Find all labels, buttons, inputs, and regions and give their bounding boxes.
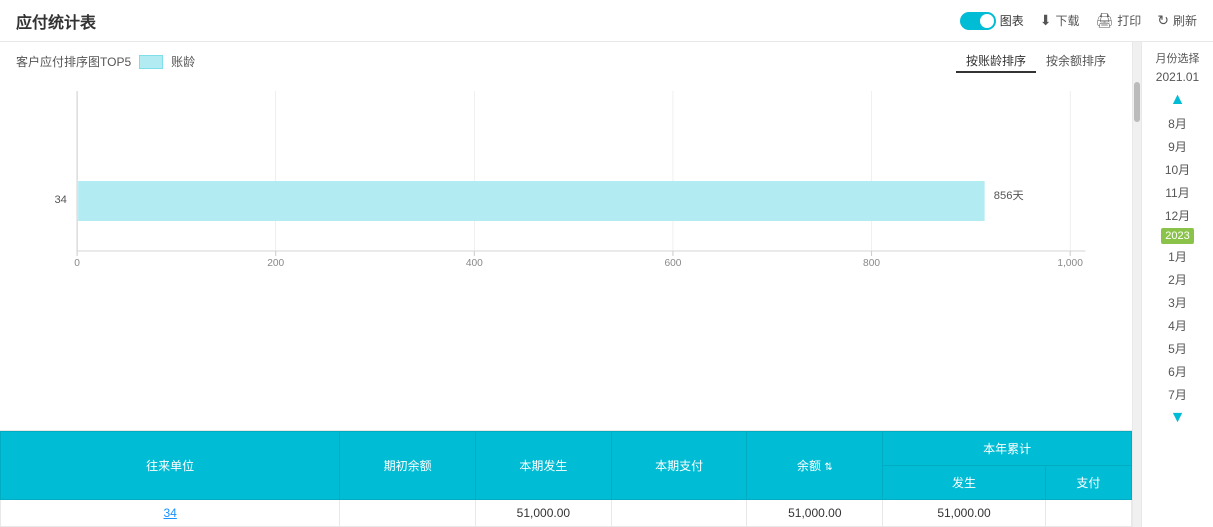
- sort-by-balance-button[interactable]: 按余额排序: [1036, 50, 1116, 73]
- month-list: 8月9月10月11月12月20231月2月3月4月5月6月7月: [1142, 112, 1213, 406]
- sidebar-month-item[interactable]: 6月: [1148, 360, 1208, 383]
- cell-annual-occurrence: 51,000.00: [883, 500, 1046, 527]
- cell-current-occurrence: 51,000.00: [476, 500, 612, 527]
- sidebar-month-item[interactable]: 3月: [1148, 291, 1208, 314]
- chart-area: 客户应付排序图TOP5 账龄 按账龄排序 按余额排序: [0, 42, 1132, 527]
- bar-chart: 34 856天 0 200 400 600 800 1,000: [16, 81, 1116, 301]
- scroll-thumb[interactable]: [1134, 82, 1140, 122]
- chart-toggle-label: 图表: [1000, 12, 1024, 29]
- svg-text:400: 400: [466, 258, 483, 269]
- cell-opening: [340, 500, 476, 527]
- th-annual-cumulative: 本年累计: [883, 432, 1132, 466]
- cell-current-payment: [611, 500, 747, 527]
- sidebar-month-item[interactable]: 9月: [1148, 135, 1208, 158]
- cell-annual-payment: [1045, 500, 1131, 527]
- svg-text:800: 800: [863, 258, 880, 269]
- refresh-icon: ↻: [1157, 12, 1169, 29]
- sidebar-down-arrow[interactable]: ▼: [1166, 406, 1190, 430]
- sidebar-month-item[interactable]: 1月: [1148, 245, 1208, 268]
- th-annual-occurrence: 发生: [883, 466, 1046, 500]
- print-label: 打印: [1117, 12, 1141, 29]
- download-icon: ⬇: [1040, 12, 1052, 29]
- th-current-payment: 本期支付: [611, 432, 747, 500]
- th-current-occurrence: 本期发生: [476, 432, 612, 500]
- sidebar-month-item[interactable]: 10月: [1148, 158, 1208, 181]
- main-content: 客户应付排序图TOP5 账龄 按账龄排序 按余额排序: [0, 42, 1213, 527]
- sidebar-month-item[interactable]: 2月: [1148, 268, 1208, 291]
- chart-controls: 客户应付排序图TOP5 账龄 按账龄排序 按余额排序: [0, 42, 1132, 81]
- sort-by-age-button[interactable]: 按账龄排序: [956, 50, 1036, 73]
- cell-balance: 51,000.00: [747, 500, 883, 527]
- th-unit: 往来单位: [1, 432, 340, 500]
- sidebar-title: 月份选择: [1156, 46, 1200, 68]
- print-icon: 🖨: [1095, 12, 1113, 29]
- sort-icon: ⇅: [824, 462, 832, 473]
- cell-unit: 34: [1, 500, 340, 527]
- table-header-row: 往来单位 期初余额 本期发生 本期支付 余额 ⇅ 本年累计: [1, 432, 1132, 466]
- header: 应付统计表 图表 ⬇ 下载 🖨 打印 ↻ 刷新: [0, 0, 1213, 42]
- sidebar-year-value: 2021.01: [1156, 68, 1199, 88]
- bar-rect: [78, 181, 984, 221]
- sidebar-month-item[interactable]: 12月: [1148, 204, 1208, 227]
- sort-buttons: 按账龄排序 按余额排序: [956, 50, 1116, 73]
- download-button[interactable]: ⬇ 下载: [1040, 12, 1080, 29]
- sidebar-month-item[interactable]: 11月: [1148, 181, 1208, 204]
- chart-toggle-switch[interactable]: [960, 12, 996, 30]
- legend-label: 客户应付排序图TOP5: [16, 53, 131, 70]
- unit-link[interactable]: 34: [163, 506, 176, 520]
- th-annual-payment: 支付: [1045, 466, 1131, 500]
- sidebar-month-item[interactable]: 7月: [1148, 383, 1208, 406]
- page-title: 应付统计表: [16, 9, 96, 33]
- refresh-label: 刷新: [1173, 12, 1197, 29]
- chart-legend: 客户应付排序图TOP5 账龄: [16, 53, 195, 70]
- chart-toggle-container[interactable]: 图表: [960, 12, 1024, 30]
- th-balance: 余额 ⇅: [747, 432, 883, 500]
- svg-text:0: 0: [74, 258, 80, 269]
- sidebar-month-item[interactable]: 5月: [1148, 337, 1208, 360]
- chart-wrapper: 34 856天 0 200 400 600 800 1,000: [0, 81, 1132, 430]
- table-section: 往来单位 期初余额 本期发生 本期支付 余额 ⇅ 本年累计 发生: [0, 430, 1132, 527]
- month-sidebar: 月份选择 2021.01 ▲ 8月9月10月11月12月20231月2月3月4月…: [1141, 42, 1213, 527]
- sidebar-up-arrow[interactable]: ▲: [1166, 88, 1190, 112]
- svg-text:200: 200: [267, 258, 284, 269]
- th-opening: 期初余额: [340, 432, 476, 500]
- data-table: 往来单位 期初余额 本期发生 本期支付 余额 ⇅ 本年累计 发生: [0, 431, 1132, 527]
- download-label: 下载: [1055, 12, 1079, 29]
- bar-end-label: 856天: [994, 190, 1024, 202]
- sidebar-month-item[interactable]: 4月: [1148, 314, 1208, 337]
- sidebar-month-item[interactable]: 8月: [1148, 112, 1208, 135]
- table-row: 34 51,000.00 51,000.00 51,000.00: [1, 500, 1132, 527]
- right-panel: 月份选择 2021.01 ▲ 8月9月10月11月12月20231月2月3月4月…: [1132, 42, 1213, 527]
- svg-text:1,000: 1,000: [1057, 258, 1083, 269]
- header-actions: 图表 ⬇ 下载 🖨 打印 ↻ 刷新: [960, 12, 1197, 30]
- legend-box-label: 账龄: [171, 53, 195, 70]
- sidebar-month-item[interactable]: 2023: [1161, 228, 1193, 244]
- toggle-knob: [980, 14, 994, 28]
- print-button[interactable]: 🖨 打印: [1095, 12, 1141, 29]
- svg-text:600: 600: [664, 258, 681, 269]
- refresh-button[interactable]: ↻ 刷新: [1157, 12, 1197, 29]
- app-container: 应付统计表 图表 ⬇ 下载 🖨 打印 ↻ 刷新: [0, 0, 1213, 527]
- legend-box: [139, 55, 163, 69]
- y-label: 34: [54, 194, 66, 206]
- scroll-track[interactable]: [1133, 42, 1141, 527]
